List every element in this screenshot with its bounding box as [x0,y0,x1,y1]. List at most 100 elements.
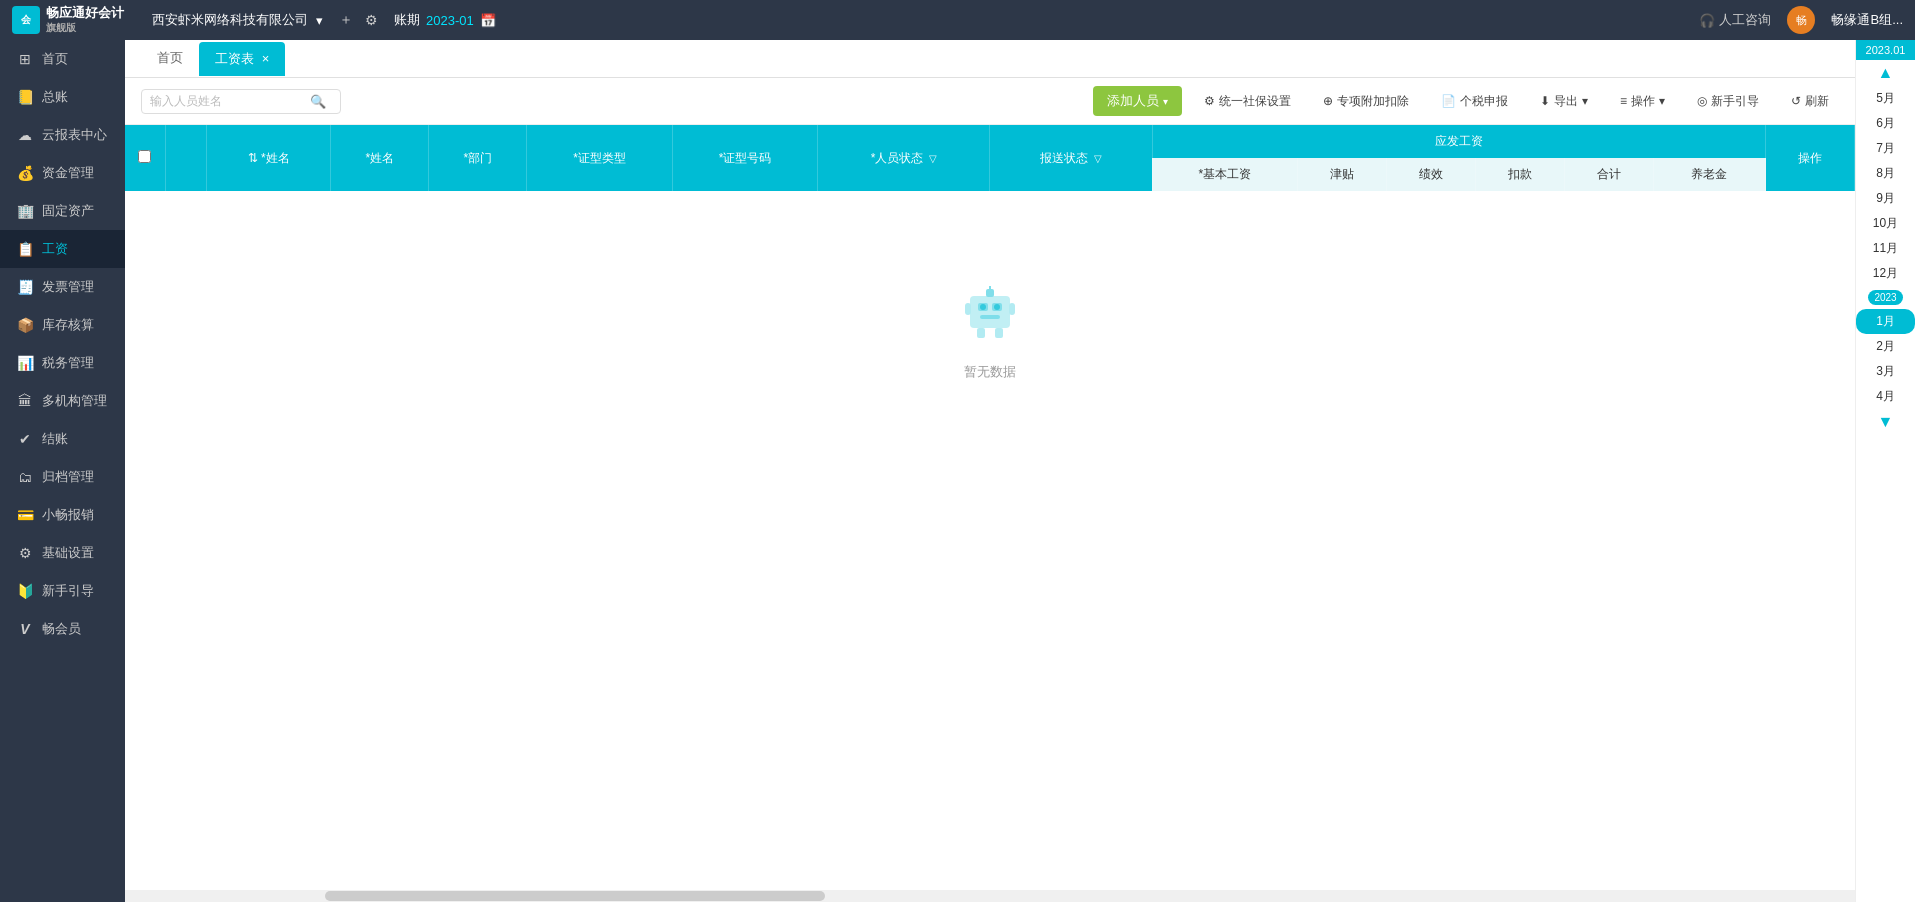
month-7[interactable]: 7月 [1856,136,1915,161]
inventory-icon: 📦 [16,317,34,333]
logo-main-text: 畅应通好会计 [46,5,124,21]
th-base-salary: *基本工资 [1152,158,1297,191]
sidebar-item-cloud-report[interactable]: ☁ 云报表中心 [0,116,125,154]
logo-icon: 会 [12,6,40,34]
th-department: *姓名 [331,125,429,191]
search-input[interactable] [150,94,310,108]
settle-icon: ✔ [16,431,34,447]
sidebar-item-home[interactable]: ⊞ 首页 [0,40,125,78]
settings-sidebar-icon: ⚙ [16,545,34,561]
month-1[interactable]: 1月 [1856,309,1915,334]
empty-state: 暂无数据 [125,191,1855,461]
period-label: 账期 [394,11,420,29]
company-dropdown-btn[interactable]: ▾ [316,13,323,28]
date-panel-next[interactable]: ▼ [1874,409,1898,435]
operation-icon: ≡ [1620,94,1627,108]
th-checkbox[interactable] [125,125,165,191]
tab-bar: 首页 工资表 × [125,40,1855,78]
month-5[interactable]: 5月 [1856,86,1915,111]
sidebar-item-fund[interactable]: 💰 资金管理 [0,154,125,192]
special-deduction-label: 专项附加扣除 [1337,93,1409,110]
horizontal-scrollbar[interactable] [125,890,1855,902]
special-deduction-button[interactable]: ⊕ 专项附加扣除 [1313,88,1419,115]
month-8[interactable]: 8月 [1856,161,1915,186]
sidebar-item-invoice[interactable]: 🧾 发票管理 [0,268,125,306]
month-3[interactable]: 3月 [1856,359,1915,384]
svg-rect-9 [995,328,1003,338]
tab-payroll-table[interactable]: 工资表 × [199,42,285,76]
month-6[interactable]: 6月 [1856,111,1915,136]
sidebar-item-expense[interactable]: 💳 小畅报销 [0,496,125,534]
user-avatar[interactable]: 畅 [1787,6,1815,34]
operation-button[interactable]: ≡ 操作 ▾ [1610,88,1675,115]
sidebar-label-settle: 结账 [42,430,68,448]
sidebar-label-settings: 基础设置 [42,544,94,562]
guide-button[interactable]: ◎ 新手引导 [1687,88,1769,115]
tax-declaration-icon: 📄 [1441,94,1456,108]
user-label: 畅缘通B组... [1831,11,1903,29]
tax-declaration-button[interactable]: 📄 个税申报 [1431,88,1518,115]
select-all-checkbox[interactable] [138,150,151,163]
svg-rect-8 [977,328,985,338]
add-person-button[interactable]: 添加人员 ▾ [1093,86,1182,116]
table-container: ⇅ *姓名 *姓名 *部门 *证型类型 *证型号码 *人员状态 ▽ 报送状态 ▽… [125,125,1855,890]
settings-icon[interactable]: ⚙ [365,12,378,28]
service-button[interactable]: 🎧 人工咨询 [1699,11,1771,29]
search-icon: 🔍 [310,94,326,109]
month-12[interactable]: 12月 [1856,261,1915,286]
company-selector[interactable]: 西安虾米网络科技有限公司 ▾ [152,11,323,29]
cloud-icon: ☁ [16,127,34,143]
sidebar-item-settings[interactable]: ⚙ 基础设置 [0,534,125,572]
refresh-button[interactable]: ↺ 刷新 [1781,88,1839,115]
empty-icon [950,271,1030,351]
sidebar-label-member: 畅会员 [42,620,81,638]
tab-home[interactable]: 首页 [141,41,199,77]
export-button[interactable]: ⬇ 导出 ▾ [1530,88,1598,115]
sidebar-label-tax: 税务管理 [42,354,94,372]
month-10[interactable]: 10月 [1856,211,1915,236]
sidebar-item-inventory[interactable]: 📦 库存核算 [0,306,125,344]
month-11[interactable]: 11月 [1856,236,1915,261]
sidebar-item-member[interactable]: V 畅会员 [0,610,125,648]
export-chevron: ▾ [1582,94,1588,108]
empty-text: 暂无数据 [964,363,1016,381]
invoice-icon: 🧾 [16,279,34,295]
add-icon[interactable]: ＋ [339,11,353,29]
fund-icon: 💰 [16,165,34,181]
sidebar-item-payroll[interactable]: 📋 工资 [0,230,125,268]
multi-org-icon: 🏛 [16,393,34,409]
th-employee-id [165,125,206,191]
scrollbar-thumb[interactable] [325,891,825,901]
toolbar: 🔍 添加人员 ▾ ⚙ 统一社保设置 ⊕ 专项附加扣除 📄 个税申报 ⬇ [125,78,1855,125]
payroll-icon: 📋 [16,241,34,257]
svg-point-10 [980,304,986,310]
service-label: 人工咨询 [1719,11,1771,29]
th-status: *人员状态 ▽ [818,125,990,191]
guide-icon: 🔰 [16,583,34,599]
header-actions: ＋ ⚙ [339,11,378,29]
th-allowance: 津贴 [1298,158,1387,191]
sidebar-item-settle[interactable]: ✔ 结账 [0,420,125,458]
sidebar-label-archive: 归档管理 [42,468,94,486]
export-label: 导出 [1554,93,1578,110]
add-person-chevron: ▾ [1163,96,1168,107]
tax-icon: 📊 [16,355,34,371]
th-total: 合计 [1564,158,1653,191]
calendar-icon[interactable]: 📅 [480,13,496,28]
svg-rect-3 [980,315,1000,319]
add-person-label: 添加人员 [1107,92,1159,110]
month-4[interactable]: 4月 [1856,384,1915,409]
month-9[interactable]: 9月 [1856,186,1915,211]
sidebar-item-archive[interactable]: 🗂 归档管理 [0,458,125,496]
social-security-button[interactable]: ⚙ 统一社保设置 [1194,88,1301,115]
date-panel-prev[interactable]: ▲ [1874,60,1898,86]
sidebar-item-fixed-assets[interactable]: 🏢 固定资产 [0,192,125,230]
th-performance: 绩效 [1387,158,1476,191]
month-2[interactable]: 2月 [1856,334,1915,359]
sidebar-item-guide[interactable]: 🔰 新手引导 [0,572,125,610]
tab-close-icon[interactable]: × [262,51,270,66]
sidebar-item-multi-org[interactable]: 🏛 多机构管理 [0,382,125,420]
sidebar-item-ledger[interactable]: 📒 总账 [0,78,125,116]
sidebar-item-tax[interactable]: 📊 税务管理 [0,344,125,382]
period-value: 2023-01 [426,13,474,28]
